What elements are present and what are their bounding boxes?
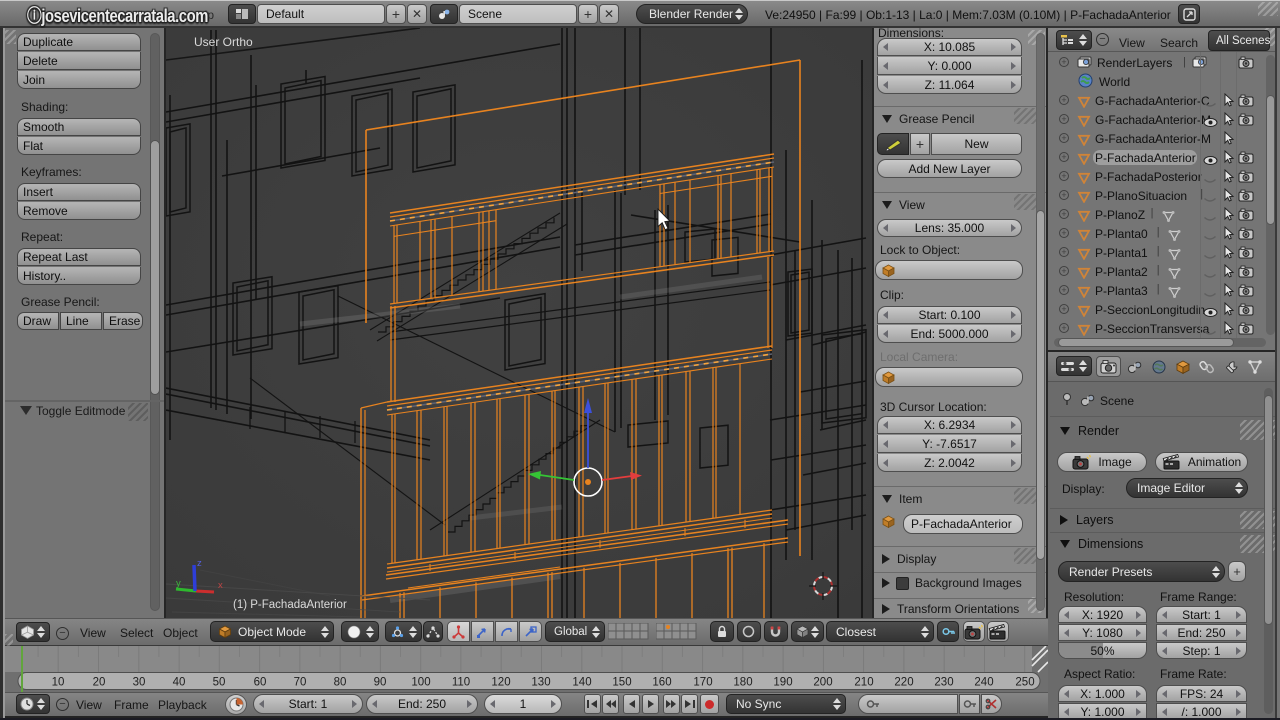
svg-text:30: 30 [133, 677, 146, 689]
svg-text:100: 100 [411, 677, 430, 689]
svg-text:y: y [176, 578, 181, 589]
svg-text:40: 40 [173, 677, 186, 689]
svg-text:90: 90 [374, 677, 387, 689]
svg-text:170: 170 [693, 677, 712, 689]
svg-text:10: 10 [52, 677, 65, 689]
svg-text:160: 160 [652, 677, 671, 689]
svg-text:130: 130 [531, 677, 550, 689]
svg-text:240: 240 [974, 677, 993, 689]
svg-text:190: 190 [773, 677, 792, 689]
svg-text:z: z [197, 558, 202, 569]
svg-text:220: 220 [894, 677, 913, 689]
svg-text:70: 70 [294, 677, 307, 689]
svg-text:(1) P-FachadaAnterior: (1) P-FachadaAnterior [233, 599, 347, 611]
svg-text:210: 210 [854, 677, 873, 689]
svg-text:230: 230 [934, 677, 953, 689]
svg-text:250: 250 [1015, 677, 1034, 689]
svg-text:200: 200 [813, 677, 832, 689]
svg-text:60: 60 [254, 677, 267, 689]
svg-text:120: 120 [491, 677, 510, 689]
svg-text:User Ortho: User Ortho [194, 35, 253, 49]
svg-text:20: 20 [93, 677, 106, 689]
svg-text:110: 110 [452, 677, 470, 689]
svg-text:150: 150 [612, 677, 631, 689]
svg-text:80: 80 [334, 677, 347, 689]
svg-text:180: 180 [733, 677, 752, 689]
svg-text:x: x [218, 580, 223, 591]
svg-text:50: 50 [213, 677, 226, 689]
svg-text:140: 140 [572, 677, 591, 689]
